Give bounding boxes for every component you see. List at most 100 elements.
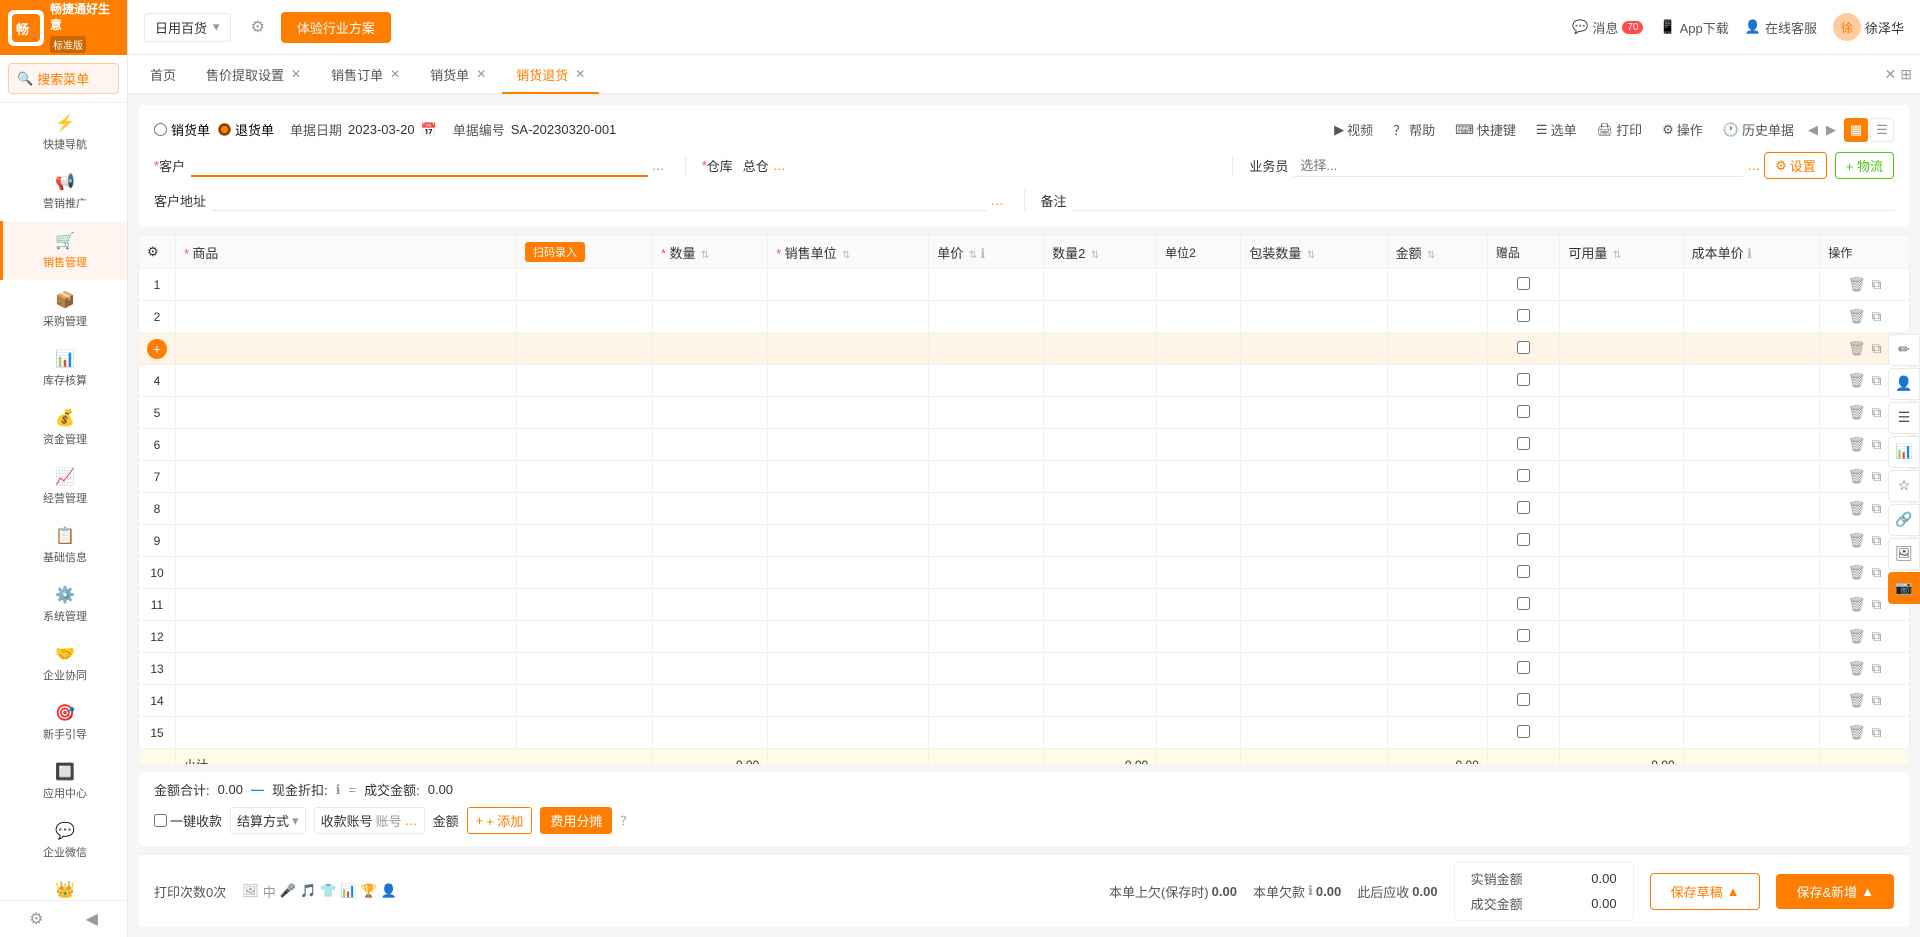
copy-row-icon[interactable]: ⧉: [1871, 724, 1881, 741]
quick-image-icon[interactable]: 🖼: [1888, 538, 1920, 570]
amount-cell[interactable]: [1387, 269, 1487, 301]
warehouse-select-btn[interactable]: …: [769, 156, 790, 175]
save-draft-button[interactable]: 保存草稿 ▲: [1650, 873, 1761, 910]
sidebar-item-finance[interactable]: 💰 资金管理: [0, 398, 127, 457]
copy-row-icon[interactable]: ⧉: [1871, 692, 1881, 709]
print-btn[interactable]: 🖨 打印: [1591, 117, 1649, 142]
minus-icon[interactable]: —: [251, 782, 264, 797]
help-btn[interactable]: ？ 帮助: [1387, 117, 1441, 142]
scan-input-btn[interactable]: 扫码录入: [525, 242, 585, 262]
collapse-icon[interactable]: ◀: [86, 909, 98, 929]
quick-list-icon[interactable]: ☰: [1888, 402, 1920, 434]
delete-row-icon[interactable]: 🗑: [1848, 500, 1866, 517]
shortcut-btn[interactable]: ⌨ 快捷键: [1449, 117, 1522, 142]
tab-home[interactable]: 首页: [136, 57, 190, 94]
list-view-btn[interactable]: ☰: [1870, 118, 1894, 142]
calendar-icon[interactable]: 📅: [421, 122, 437, 138]
delete-row-icon[interactable]: 🗑: [1848, 468, 1866, 485]
radio-return[interactable]: 退货单: [218, 120, 274, 139]
fee-split-btn[interactable]: 费用分摊: [540, 807, 612, 834]
quick-edit-icon[interactable]: ✏: [1888, 334, 1920, 366]
delete-row-icon[interactable]: 🗑: [1848, 436, 1866, 453]
delete-row-icon[interactable]: 🗑: [1848, 692, 1866, 709]
gift-cell[interactable]: [1487, 269, 1559, 301]
user-profile[interactable]: 徐 徐泽华: [1833, 13, 1904, 41]
unit-cell[interactable]: [768, 269, 929, 301]
sidebar-item-cooperation[interactable]: 🤝 企业协同: [0, 634, 127, 693]
add-row-btn[interactable]: +: [147, 339, 167, 359]
copy-row-icon[interactable]: ⧉: [1871, 564, 1881, 581]
sidebar-item-basic[interactable]: 📋 基础信息: [0, 516, 127, 575]
customer-input[interactable]: [191, 154, 648, 177]
sidebar-item-newbie[interactable]: 🎯 新手引导: [0, 693, 127, 752]
available-cell[interactable]: [1560, 269, 1683, 301]
staff-select-btn[interactable]: …: [1743, 156, 1764, 175]
search-menu-button[interactable]: 🔍 搜索菜单: [8, 63, 119, 94]
sidebar-item-purchase[interactable]: 📦 采购管理: [0, 280, 127, 339]
prev-record-icon[interactable]: ◀: [1808, 122, 1818, 138]
experience-btn[interactable]: 体验行业方案: [281, 12, 391, 43]
sidebar-item-inventory[interactable]: 📊 库存核算: [0, 339, 127, 398]
sidebar-item-apps[interactable]: 🔲 应用中心: [0, 752, 127, 811]
address-input[interactable]: [212, 189, 986, 211]
operate-btn[interactable]: ⚙ 操作: [1656, 117, 1709, 142]
close-sales-return-tab[interactable]: ✕: [575, 67, 585, 81]
radio-sales[interactable]: 销货单: [154, 120, 210, 139]
copy-row-icon[interactable]: ⧉: [1871, 404, 1881, 421]
delete-row-icon[interactable]: 🗑: [1848, 276, 1866, 293]
copy-row-icon[interactable]: ⧉: [1871, 276, 1881, 293]
delete-row-icon[interactable]: 🗑: [1848, 372, 1866, 389]
table-gear-icon[interactable]: ⚙: [147, 244, 159, 259]
pack-cell[interactable]: [1241, 269, 1387, 301]
close-sales-tab[interactable]: ✕: [476, 67, 486, 81]
delete-row-icon[interactable]: 🗑: [1848, 596, 1866, 613]
copy-row-icon[interactable]: ⧉: [1871, 308, 1881, 325]
copy-row-icon[interactable]: ⧉: [1871, 436, 1881, 453]
sidebar-item-marketing[interactable]: 📢 营销推广: [0, 162, 127, 221]
sidebar-item-shortcut[interactable]: ⚡ 快捷导航: [0, 103, 127, 162]
quick-chart-icon[interactable]: 📊: [1888, 436, 1920, 468]
cost-cell[interactable]: [1683, 269, 1820, 301]
delete-row-icon[interactable]: 🗑: [1848, 308, 1866, 325]
grid-view-btn[interactable]: ▦: [1844, 118, 1868, 142]
qty2-cell[interactable]: [1044, 269, 1157, 301]
sidebar-item-wechat[interactable]: 💬 企业微信: [0, 811, 127, 870]
save-new-button[interactable]: 保存&新增 ▲: [1776, 874, 1894, 909]
staff-input[interactable]: [1294, 155, 1743, 177]
delete-row-icon[interactable]: 🗑: [1848, 404, 1866, 421]
price-cell[interactable]: [929, 269, 1044, 301]
delete-row-icon[interactable]: 🗑: [1848, 532, 1866, 549]
video-btn[interactable]: ▶ 视频: [1328, 117, 1379, 142]
settings-bottom-icon[interactable]: ⚙: [29, 909, 43, 929]
close-window-icon[interactable]: ✕: [1885, 66, 1897, 83]
delete-row-icon[interactable]: 🗑: [1848, 628, 1866, 645]
sidebar-item-member[interactable]: 👑 畅会员: [0, 870, 127, 900]
account-select[interactable]: 收款账号 账号 …: [314, 807, 425, 834]
tab-sales-return[interactable]: 销货退货 ✕: [502, 57, 599, 94]
copy-row-icon[interactable]: ⧉: [1871, 532, 1881, 549]
quick-user-icon[interactable]: 👤: [1888, 368, 1920, 400]
message-btn[interactable]: 💬 消息 70: [1572, 18, 1643, 37]
sidebar-item-sales[interactable]: 🛒 销售管理: [0, 221, 127, 280]
history-btn[interactable]: 🕐 历史单据: [1717, 117, 1800, 142]
delete-row-icon[interactable]: 🗑: [1848, 660, 1866, 677]
copy-row-icon[interactable]: ⧉: [1871, 372, 1881, 389]
close-price-setting-tab[interactable]: ✕: [291, 67, 301, 81]
add-logistics-button[interactable]: + 物流: [1835, 152, 1894, 179]
quick-link-icon[interactable]: 🔗: [1888, 504, 1920, 536]
expand-icon[interactable]: ⊞: [1900, 66, 1912, 83]
sidebar-item-operation[interactable]: 📈 经营管理: [0, 457, 127, 516]
sidebar-item-system[interactable]: ⚙️ 系统管理: [0, 575, 127, 634]
product-cell[interactable]: [176, 269, 517, 301]
app-download-btn[interactable]: 📱 App下载: [1659, 18, 1728, 37]
unit2-cell[interactable]: [1157, 269, 1241, 301]
settings-button[interactable]: ⚙ 设置: [1764, 152, 1827, 179]
customer-select-btn[interactable]: …: [648, 156, 669, 175]
quick-star-icon[interactable]: ☆: [1888, 470, 1920, 502]
copy-row-icon[interactable]: ⧉: [1871, 596, 1881, 613]
calc-method-select[interactable]: 结算方式 ▾: [230, 807, 306, 834]
copy-row-icon[interactable]: ⧉: [1871, 500, 1881, 517]
tab-sales-order[interactable]: 销售订单 ✕: [317, 57, 414, 94]
add-item-btn[interactable]: + + 添加: [467, 807, 533, 834]
copy-row-icon[interactable]: ⧉: [1871, 340, 1881, 357]
